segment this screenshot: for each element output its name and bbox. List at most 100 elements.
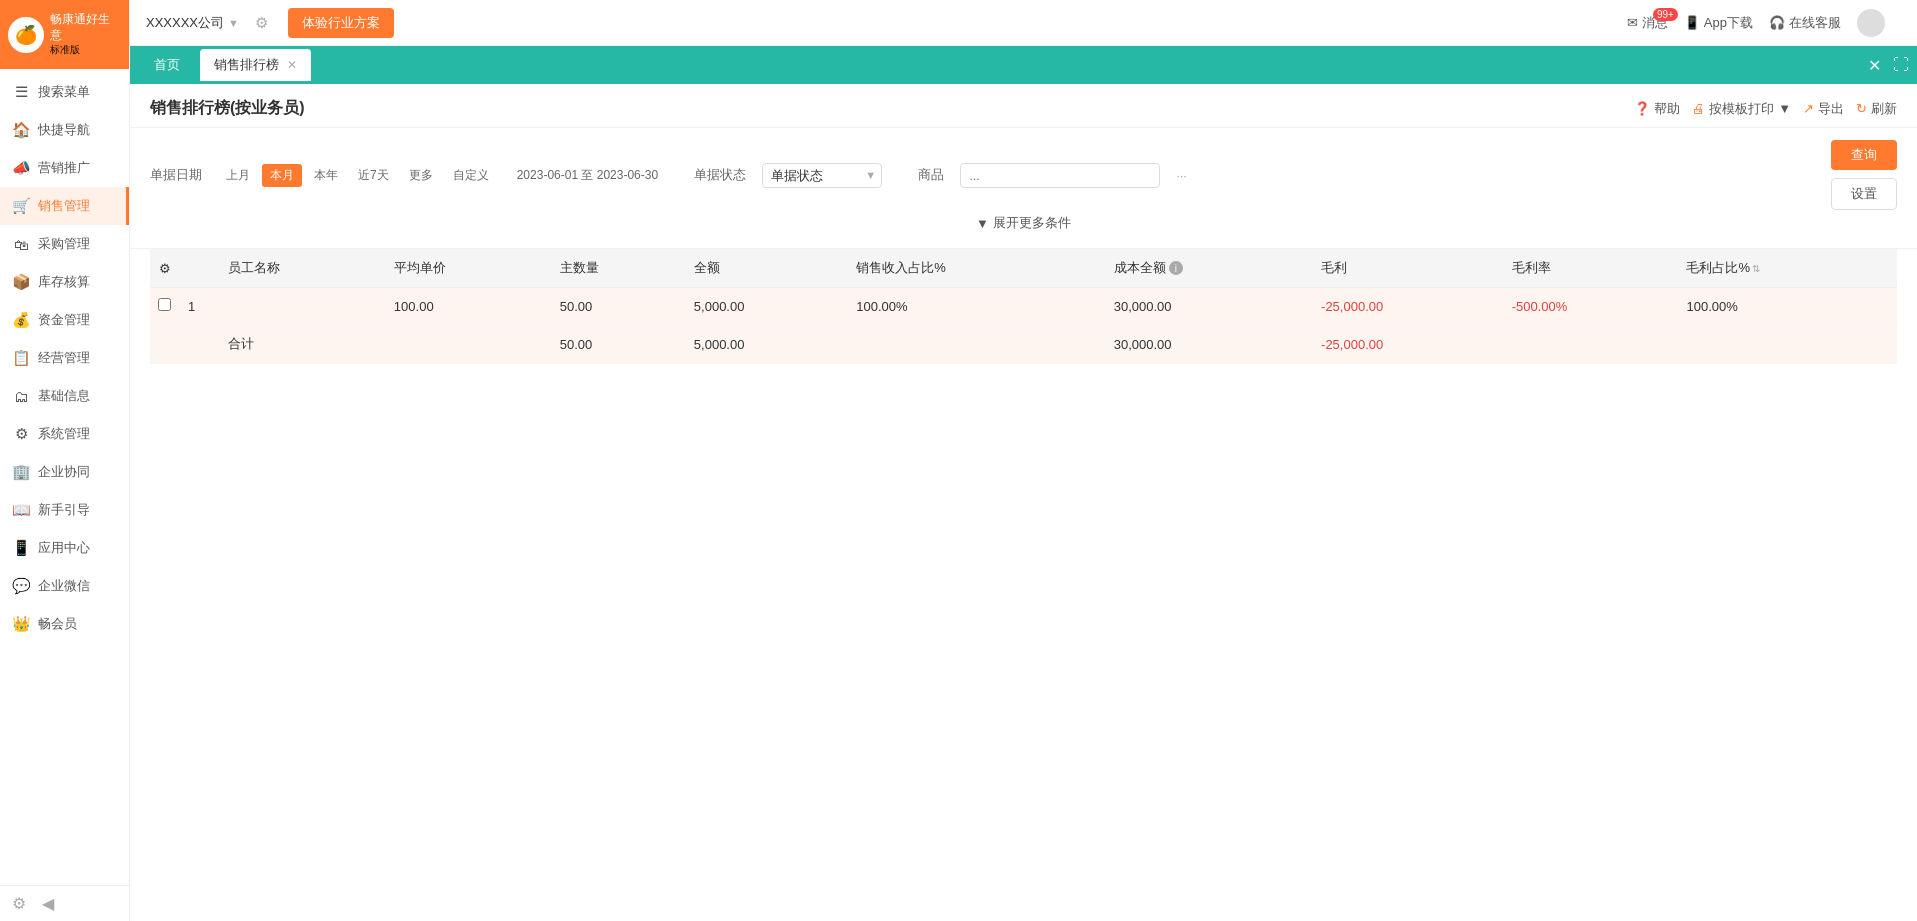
refresh-btn[interactable]: ↻ 刷新	[1856, 100, 1897, 118]
window-close-icon[interactable]: ✕	[1868, 56, 1881, 75]
topbar-online-btn[interactable]: 🎧 在线客服	[1769, 14, 1841, 32]
th-settings[interactable]: ⚙	[150, 249, 180, 288]
cell-qty: 50.00	[552, 288, 686, 325]
status-select[interactable]: 单据状态	[762, 163, 882, 188]
query-btn[interactable]: 查询	[1831, 140, 1897, 170]
sidebar-quick-nav-label: 快捷导航	[38, 121, 90, 139]
footer-qty: 50.00	[552, 325, 686, 364]
goods-label: 商品	[918, 166, 944, 184]
sidebar-purchase-icon: 🛍	[12, 236, 30, 253]
app-icon: 📱	[1684, 15, 1700, 30]
footer-empty4	[848, 325, 1105, 364]
main-area: XXXXXX公司 ▼ ⚙ 体验行业方案 ✉ 消息 99+ 📱 App下载 🎧 在…	[130, 0, 1917, 921]
sidebar-operations-label: 经营管理	[38, 349, 90, 367]
sidebar-sales-label: 销售管理	[38, 197, 90, 215]
th-gross-rate: 毛利率	[1504, 249, 1679, 288]
tab-sales-ranking[interactable]: 销售排行榜 ✕	[200, 49, 311, 81]
cell-gross-rate: -500.00%	[1504, 288, 1679, 325]
footer-amount: 5,000.00	[686, 325, 848, 364]
sidebar-system-label: 系统管理	[38, 425, 90, 443]
export-btn[interactable]: ↗ 导出	[1803, 100, 1844, 118]
window-expand-icon[interactable]: ⛶	[1893, 56, 1909, 74]
sidebar-item-marketing[interactable]: 📣 营销推广	[0, 149, 129, 187]
row-checkbox[interactable]	[158, 298, 171, 311]
cell-amount: 5,000.00	[686, 288, 848, 325]
sidebar-item-purchase[interactable]: 🛍 采购管理	[0, 225, 129, 263]
message-icon: ✉	[1627, 15, 1638, 30]
goods-input[interactable]	[960, 163, 1160, 188]
date-tab-上月[interactable]: 上月	[218, 164, 258, 187]
sidebar-item-search[interactable]: ☰ 搜索菜单	[0, 73, 129, 111]
tab-sales-label: 销售排行榜	[214, 56, 279, 74]
gross-pct-sort-icon[interactable]: ⇅	[1752, 263, 1760, 274]
message-badge: 99+	[1653, 8, 1678, 21]
topbar-app-btn[interactable]: 📱 App下载	[1684, 14, 1753, 32]
footer-label: 合计	[220, 325, 386, 364]
th-rank	[180, 249, 220, 288]
date-label: 单据日期	[150, 166, 202, 184]
collapse-icon[interactable]: ◀	[42, 894, 54, 913]
status-label: 单据状态	[694, 166, 746, 184]
tab-home[interactable]: 首页	[138, 46, 196, 84]
sidebar-item-wechat[interactable]: 💬 企业微信	[0, 567, 129, 605]
setting-btn[interactable]: 设置	[1831, 178, 1897, 210]
help-btn[interactable]: ❓ 帮助	[1634, 100, 1680, 118]
sidebar-item-basic[interactable]: 🗂 基础信息	[0, 377, 129, 415]
date-tab-本月[interactable]: 本月	[262, 164, 302, 187]
help-icon: ❓	[1634, 101, 1650, 116]
expand-btn[interactable]: ▼ 展开更多条件	[976, 214, 1071, 232]
online-label: 在线客服	[1789, 14, 1841, 32]
export-label: 导出	[1818, 100, 1844, 118]
page-content: 销售排行榜(按业务员) ❓ 帮助 🖨 按模板打印 ▼ ↗ 导出	[130, 84, 1917, 921]
sidebar-item-quick-nav[interactable]: 🏠 快捷导航	[0, 111, 129, 149]
table-row: 1 100.00 50.00 5,000.00 100.00% 30,000.0…	[150, 288, 1897, 325]
sidebar: 🍊 畅康通好生意 标准版 ☰ 搜索菜单 🏠 快捷导航 📣 营销推广 🛒 销售管理…	[0, 0, 130, 921]
company-selector[interactable]: XXXXXX公司 ▼	[146, 14, 239, 32]
th-gross-pct: 毛利占比% ⇅	[1678, 249, 1897, 288]
goods-more-icon[interactable]: ···	[1176, 168, 1187, 183]
sidebar-member-icon: 👑	[12, 615, 30, 633]
th-cost: 成本全额 i	[1106, 249, 1313, 288]
sidebar-purchase-label: 采购管理	[38, 235, 90, 253]
sidebar-finance-icon: 💰	[12, 311, 30, 329]
cell-sales-pct: 100.00%	[848, 288, 1105, 325]
sidebar-item-guide[interactable]: 📖 新手引导	[0, 491, 129, 529]
sidebar-item-member[interactable]: 👑 畅会员	[0, 605, 129, 643]
table-footer-row: 合计 50.00 5,000.00 30,000.00 -25,000.00	[150, 325, 1897, 364]
sidebar-bottom: ⚙ ◀	[0, 885, 129, 921]
cell-rank: 1	[180, 288, 220, 325]
th-amount: 全额	[686, 249, 848, 288]
expand-label: 展开更多条件	[993, 214, 1071, 232]
print-btn[interactable]: 🖨 按模板打印 ▼	[1692, 100, 1791, 118]
footer-empty3	[386, 325, 552, 364]
tab-close-icon[interactable]: ✕	[287, 58, 297, 72]
sidebar-wechat-label: 企业微信	[38, 577, 90, 595]
sidebar-item-enterprise[interactable]: 🏢 企业协同	[0, 453, 129, 491]
topbar-gear-icon[interactable]: ⚙	[255, 14, 268, 32]
sidebar-nav: ☰ 搜索菜单 🏠 快捷导航 📣 营销推广 🛒 销售管理 🛍 采购管理 📦 库存核…	[0, 69, 129, 885]
settings-bottom-icon[interactable]: ⚙	[12, 894, 26, 913]
sidebar-item-system[interactable]: ⚙ 系统管理	[0, 415, 129, 453]
print-dropdown-icon[interactable]: ▼	[1778, 101, 1791, 116]
date-tab-近7天[interactable]: 近7天	[350, 164, 397, 187]
sidebar-marketing-label: 营销推广	[38, 159, 90, 177]
topbar-message-btn[interactable]: ✉ 消息 99+	[1627, 14, 1668, 32]
sidebar-search-icon: ☰	[12, 83, 30, 101]
date-tab-更多[interactable]: 更多	[401, 164, 441, 187]
date-tab-自定义[interactable]: 自定义	[445, 164, 497, 187]
cell-checkbox[interactable]	[150, 288, 180, 325]
cost-info-icon[interactable]: i	[1169, 261, 1183, 275]
trial-btn[interactable]: 体验行业方案	[288, 8, 394, 38]
th-gross: 毛利	[1313, 249, 1504, 288]
sidebar-item-finance[interactable]: 💰 资金管理	[0, 301, 129, 339]
cell-gross-pct: 100.00%	[1678, 288, 1897, 325]
footer-gross: -25,000.00	[1313, 325, 1504, 364]
date-tab-本年[interactable]: 本年	[306, 164, 346, 187]
sidebar-item-inventory[interactable]: 📦 库存核算	[0, 263, 129, 301]
sidebar-item-operations[interactable]: 📋 经营管理	[0, 339, 129, 377]
sidebar-item-apps[interactable]: 📱 应用中心	[0, 529, 129, 567]
sidebar-apps-icon: 📱	[12, 539, 30, 557]
sidebar-operations-icon: 📋	[12, 349, 30, 367]
cell-gross: -25,000.00	[1313, 288, 1504, 325]
sidebar-item-sales[interactable]: 🛒 销售管理	[0, 187, 129, 225]
